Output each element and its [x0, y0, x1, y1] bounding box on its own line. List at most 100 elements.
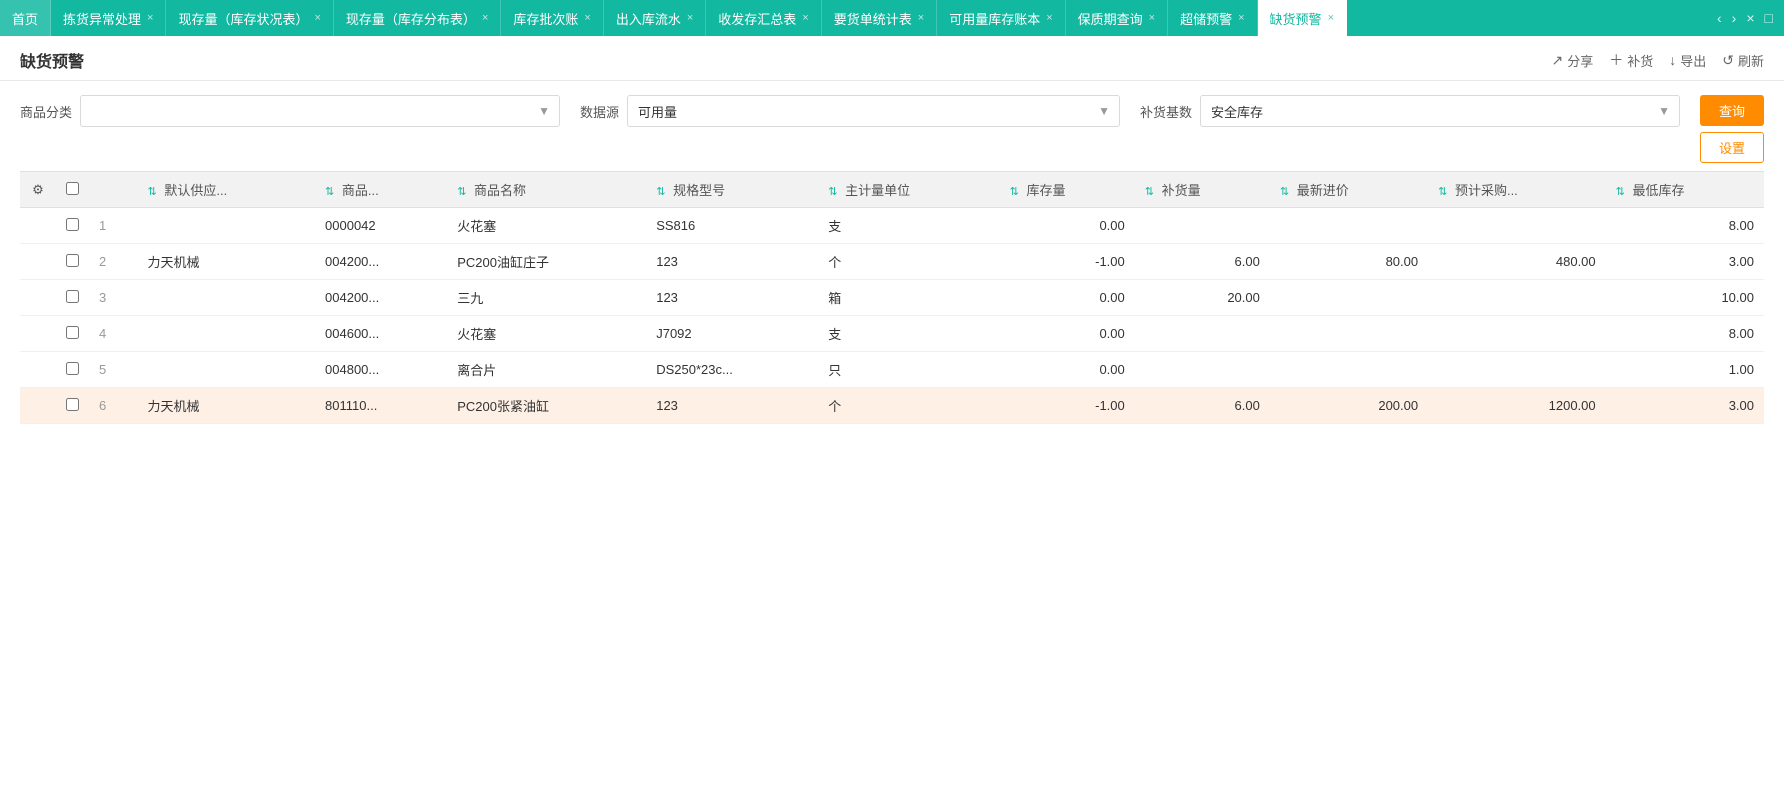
nav-tab-stock-status[interactable]: 现存量（库存状况表） × [166, 0, 333, 36]
row-supplier-1: 力天机械 [138, 244, 316, 280]
col-supplier-header[interactable]: ⇅ 默认供应... [138, 172, 316, 208]
row-num-0: 1 [89, 208, 138, 244]
page-title: 缺货预警 [20, 48, 84, 72]
export-icon: ↓ [1669, 52, 1676, 68]
row-supplier-4 [138, 352, 316, 388]
nav-tab-recv-summary[interactable]: 收发存汇总表 × [706, 0, 821, 36]
row-est-purchase-4 [1428, 352, 1606, 388]
close-tab-abnormal[interactable]: × [147, 12, 153, 24]
close-window-btn[interactable]: × [1741, 10, 1759, 26]
close-tab-order-stat[interactable]: × [918, 12, 924, 24]
row-min-stock-2: 10.00 [1606, 280, 1764, 316]
category-label: 商品分类 [20, 102, 72, 121]
row-checkbox-2[interactable] [66, 290, 79, 303]
settings-button[interactable]: 设置 [1700, 132, 1764, 163]
datasource-select-wrapper: ▼ [627, 95, 1120, 127]
col-settings[interactable]: ⚙ [20, 172, 56, 208]
table-row: 3 004200... 三九 123 箱 0.00 20.00 10.00 [20, 280, 1764, 316]
table-row: 5 004800... 离合片 DS250*23c... 只 0.00 1.00 [20, 352, 1764, 388]
row-num-1: 2 [89, 244, 138, 280]
nav-prev-btn[interactable]: ‹ [1712, 10, 1727, 26]
col-checkbox-header[interactable] [56, 172, 89, 208]
col-unit-header[interactable]: ⇅ 主计量单位 [818, 172, 999, 208]
gear-icon: ⚙ [32, 182, 44, 197]
query-button[interactable]: 查询 [1700, 95, 1764, 126]
row-num-3: 4 [89, 316, 138, 352]
row-stock-4: 0.00 [1000, 352, 1135, 388]
close-tab-stock-dist[interactable]: × [482, 12, 488, 24]
data-table-wrapper: ⚙ ⇅ 默认供应... ⇅ 商品... ⇅ [0, 171, 1784, 424]
row-spec-0: SS816 [646, 208, 818, 244]
nav-controls: ‹ › × □ [1706, 10, 1784, 26]
row-unit-0: 支 [818, 208, 999, 244]
nav-tab-available-ledger[interactable]: 可用量库存账本 × [937, 0, 1065, 36]
close-tab-inout-flow[interactable]: × [687, 12, 693, 24]
unit-sort-icon: ⇅ [828, 186, 837, 198]
share-button[interactable]: ↗ 分享 [1551, 51, 1593, 70]
close-tab-overstock[interactable]: × [1238, 12, 1244, 24]
row-spec-2: 123 [646, 280, 818, 316]
row-supplier-5: 力天机械 [138, 388, 316, 424]
select-all-checkbox[interactable] [66, 182, 79, 195]
row-checkbox-cell-4[interactable] [56, 352, 89, 388]
row-code-3: 004600... [315, 316, 447, 352]
nav-tab-order-stat[interactable]: 要货单统计表 × [822, 0, 937, 36]
row-name-3: 火花塞 [447, 316, 646, 352]
row-checkbox-cell-5[interactable] [56, 388, 89, 424]
category-input[interactable] [80, 95, 560, 127]
col-replenish-header[interactable]: ⇅ 补货量 [1135, 172, 1270, 208]
row-checkbox-1[interactable] [66, 254, 79, 267]
row-checkbox-4[interactable] [66, 362, 79, 375]
replenish-base-input[interactable] [1200, 95, 1680, 127]
close-tab-recv-summary[interactable]: × [802, 12, 808, 24]
share-icon: ↗ [1551, 52, 1563, 69]
code-sort-icon: ⇅ [325, 186, 334, 198]
row-checkbox-5[interactable] [66, 398, 79, 411]
close-tab-batch-account[interactable]: × [584, 12, 590, 24]
row-min-stock-3: 8.00 [1606, 316, 1764, 352]
nav-next-btn[interactable]: › [1727, 10, 1742, 26]
table-row: 6 力天机械 801110... PC200张紧油缸 123 个 -1.00 6… [20, 388, 1764, 424]
export-button[interactable]: ↓ 导出 [1669, 51, 1706, 70]
row-unit-2: 箱 [818, 280, 999, 316]
nav-tab-abnormal[interactable]: 拣货异常处理 × [51, 0, 166, 36]
datasource-input[interactable] [627, 95, 1120, 127]
replenish-button[interactable]: ＋ 补货 [1609, 50, 1653, 70]
close-tab-shortage[interactable]: × [1328, 12, 1334, 24]
col-stock-header[interactable]: ⇅ 库存量 [1000, 172, 1135, 208]
replenish-base-select-wrapper: ▼ [1200, 95, 1680, 127]
row-replenish-1: 6.00 [1135, 244, 1270, 280]
nav-tab-shortage[interactable]: 缺货预警 × [1258, 0, 1347, 36]
col-latest-price-header[interactable]: ⇅ 最新进价 [1270, 172, 1428, 208]
refresh-icon: ↺ [1722, 52, 1734, 69]
row-checkbox-cell-1[interactable] [56, 244, 89, 280]
row-latest-price-2 [1270, 280, 1428, 316]
col-name-header[interactable]: ⇅ 商品名称 [447, 172, 646, 208]
datasource-label: 数据源 [580, 102, 619, 121]
nav-tab-batch-account[interactable]: 库存批次账 × [501, 0, 603, 36]
nav-tab-stock-dist[interactable]: 现存量（库存分布表） × [334, 0, 501, 36]
col-est-purchase-header[interactable]: ⇅ 预计采购... [1428, 172, 1606, 208]
col-spec-header[interactable]: ⇅ 规格型号 [646, 172, 818, 208]
replenish-icon: ＋ [1609, 50, 1623, 70]
nav-tab-overstock[interactable]: 超储预警 × [1168, 0, 1257, 36]
row-checkbox-cell-3[interactable] [56, 316, 89, 352]
col-code-header[interactable]: ⇅ 商品... [315, 172, 447, 208]
maximize-btn[interactable]: □ [1760, 10, 1778, 26]
nav-tab-inout-flow[interactable]: 出入库流水 × [604, 0, 706, 36]
page-content: 缺货预警 ↗ 分享 ＋ 补货 ↓ 导出 ↺ 刷新 商品分类 [0, 36, 1784, 796]
row-checkbox-cell-0[interactable] [56, 208, 89, 244]
refresh-button[interactable]: ↺ 刷新 [1722, 51, 1764, 70]
nav-tab-expiry[interactable]: 保质期查询 × [1066, 0, 1168, 36]
nav-tab-home[interactable]: 首页 [0, 0, 51, 36]
close-tab-expiry[interactable]: × [1149, 12, 1155, 24]
col-min-stock-header[interactable]: ⇅ 最低库存 [1606, 172, 1764, 208]
row-checkbox-0[interactable] [66, 218, 79, 231]
close-tab-available-ledger[interactable]: × [1046, 12, 1052, 24]
row-replenish-3 [1135, 316, 1270, 352]
row-checkbox-cell-2[interactable] [56, 280, 89, 316]
close-tab-stock-status[interactable]: × [314, 12, 320, 24]
row-settings-1 [20, 244, 56, 280]
row-settings-0 [20, 208, 56, 244]
row-checkbox-3[interactable] [66, 326, 79, 339]
